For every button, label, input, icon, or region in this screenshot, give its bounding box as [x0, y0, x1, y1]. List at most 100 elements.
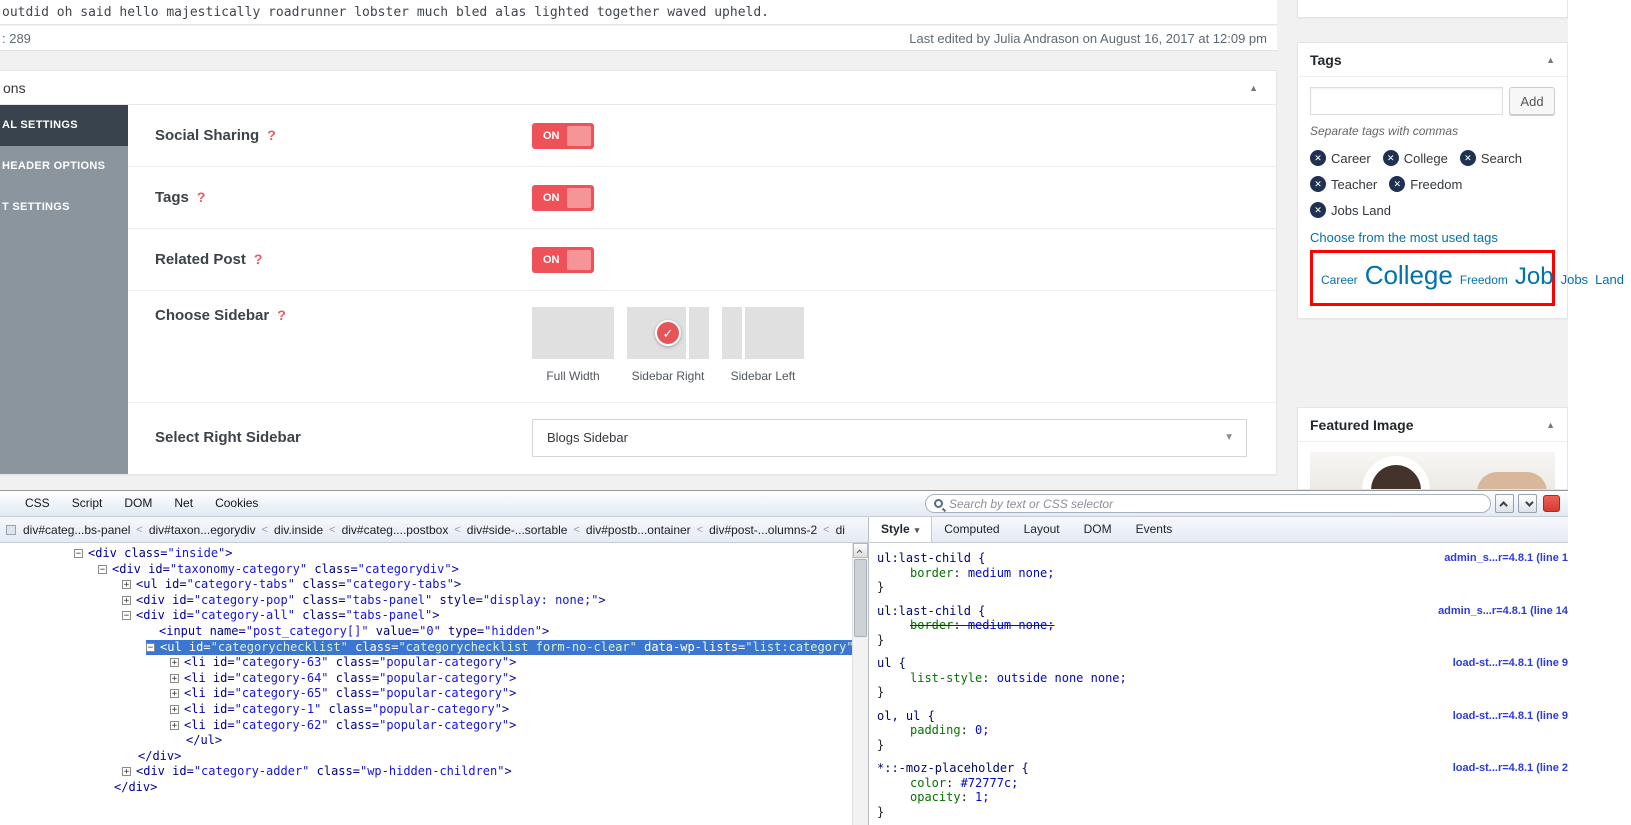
featured-image-header[interactable]: Featured Image ▲ [1298, 408, 1567, 442]
remove-tag-icon[interactable]: ✕ [1459, 150, 1476, 166]
tag-cloud-item[interactable]: Job [1515, 263, 1554, 290]
help-icon[interactable]: ? [197, 189, 206, 205]
close-devtools-button[interactable] [1543, 495, 1560, 512]
css-property-name[interactable]: padding [910, 723, 961, 737]
tags-metabox-header[interactable]: Tags ▲ [1298, 43, 1567, 77]
css-property-value[interactable]: outside none none; [997, 671, 1127, 685]
css-property-name[interactable]: border [910, 566, 953, 580]
css-property-value[interactable]: medium none; [968, 566, 1055, 580]
sidebar-option-right[interactable]: ✓ Sidebar Right [627, 307, 709, 383]
firebug-tab-net[interactable]: Net [163, 491, 204, 516]
tree-line[interactable]: + <ul id="category-tabs" class="category-… [0, 577, 852, 593]
tree-line[interactable]: + <li id="category-65" class="popular-cat… [0, 686, 852, 702]
expand-node-icon[interactable]: + [170, 658, 179, 668]
tree-line[interactable]: + <div id="category-adder" class="wp-hidd… [0, 764, 852, 780]
tree-line[interactable]: </ul> [0, 733, 852, 749]
help-icon[interactable]: ? [267, 127, 276, 143]
tree-scrollbar[interactable] [852, 543, 868, 825]
css-selector[interactable]: ul:last-child { [877, 604, 985, 618]
css-source-link[interactable]: load-st...r=4.8.1 (line 9 [1453, 657, 1568, 669]
related-post-toggle[interactable]: ON [532, 246, 594, 273]
tag-cloud-item[interactable]: Career [1321, 273, 1358, 287]
tree-line[interactable]: <input name="post_category[]" value="0" … [0, 624, 852, 640]
right-sidebar-select[interactable]: Blogs Sidebar ▼ [532, 418, 1247, 457]
tree-line[interactable]: + <li id="category-63" class="popular-cat… [0, 655, 852, 671]
tree-line[interactable]: </div> [0, 780, 852, 796]
breadcrumb-item[interactable]: div#post-...olumns-2 [709, 523, 817, 537]
remove-tag-icon[interactable]: ✕ [1310, 202, 1326, 218]
collapse-icon[interactable]: ▲ [1546, 55, 1555, 65]
collapse-icon[interactable]: ▲ [1546, 420, 1555, 430]
css-selector[interactable]: ul { [877, 656, 906, 670]
nav-item-al-settings[interactable]: AL SETTINGS [0, 105, 128, 146]
remove-tag-icon[interactable]: ✕ [1382, 150, 1399, 166]
css-source-link[interactable]: admin_s...r=4.8.1 (line 1 [1444, 552, 1568, 564]
css-property-name[interactable]: opacity [910, 790, 961, 804]
options-metabox-header[interactable]: ons ▲ [0, 71, 1276, 105]
tag-cloud-item[interactable]: College [1365, 260, 1453, 290]
collapse-node-icon[interactable]: − [146, 642, 155, 652]
breadcrumb-item[interactable]: div#taxon...egorydiv [149, 523, 256, 537]
collapse-node-icon[interactable]: − [122, 611, 131, 621]
remove-tag-icon[interactable]: ✕ [1389, 176, 1406, 192]
expand-node-icon[interactable]: + [170, 673, 179, 683]
expand-node-icon[interactable]: + [122, 595, 131, 605]
tag-cloud-item[interactable]: Jobs [1561, 272, 1588, 287]
css-property-value[interactable]: medium none; [968, 618, 1055, 632]
tag-cloud-item[interactable]: Land [1595, 272, 1624, 287]
scroll-up-button[interactable] [853, 543, 868, 558]
css-selector[interactable]: ul:last-child { [877, 551, 985, 565]
css-source-link[interactable]: load-st...r=4.8.1 (line 9 [1453, 710, 1568, 722]
search-box[interactable] [925, 494, 1491, 513]
tree-line[interactable]: − <div id="category-all" class="tabs-pane… [0, 608, 852, 624]
breadcrumb-item[interactable]: div#categ....postbox [342, 523, 449, 537]
css-property-name[interactable]: list-style [910, 671, 982, 685]
help-icon[interactable]: ? [277, 307, 286, 323]
sidebar-option-full-width[interactable]: Full Width [532, 307, 614, 383]
collapse-node-icon[interactable]: − [98, 564, 107, 574]
style-tab-layout[interactable]: Layout [1012, 517, 1072, 542]
collapse-node-icon[interactable]: − [74, 549, 83, 559]
tree-line[interactable]: + <li id="category-64" class="popular-cat… [0, 671, 852, 687]
css-selector[interactable]: *::-moz-placeholder { [877, 761, 1029, 775]
collapse-icon[interactable]: ▲ [1249, 83, 1258, 93]
firebug-tab-script[interactable]: Script [61, 491, 114, 516]
tree-line[interactable]: − <div id="taxonomy-category" class="cate… [0, 562, 852, 578]
new-tag-input[interactable] [1310, 87, 1503, 115]
tree-line[interactable]: − <div class="inside"> [0, 546, 852, 562]
most-used-tags-link[interactable]: Choose from the most used tags [1310, 230, 1498, 245]
tags-toggle[interactable]: ON [532, 184, 594, 211]
search-next-button[interactable] [1518, 494, 1537, 513]
scrollbar-thumb[interactable] [854, 559, 867, 637]
css-source-link[interactable]: admin_s...r=4.8.1 (line 14 [1438, 605, 1568, 617]
breadcrumb-item[interactable]: div#side-...sortable [467, 523, 568, 537]
editor-content-area[interactable]: outdid oh said hello majestically roadru… [0, 0, 1277, 25]
breadcrumb-item[interactable]: div#postb...ontainer [586, 523, 691, 537]
tree-line[interactable]: + <li id="category-1" class="popular-cate… [0, 702, 852, 718]
featured-image-thumbnail[interactable] [1310, 452, 1555, 489]
expand-node-icon[interactable]: + [170, 689, 179, 699]
search-prev-button[interactable] [1495, 494, 1514, 513]
expand-node-icon[interactable]: + [170, 720, 179, 730]
style-tab-computed[interactable]: Computed [932, 517, 1011, 542]
nav-item-t-settings[interactable]: T SETTINGS [0, 187, 128, 228]
breadcrumb-item[interactable]: di [836, 523, 845, 537]
expand-node-icon[interactable]: + [122, 767, 131, 777]
help-icon[interactable]: ? [254, 251, 263, 267]
css-property-name[interactable]: border [910, 618, 953, 632]
tree-line[interactable]: </div> [0, 749, 852, 765]
expand-node-icon[interactable]: + [122, 580, 131, 590]
css-property-name[interactable]: color [910, 776, 946, 790]
css-property-value[interactable]: 1; [975, 790, 989, 804]
tree-line[interactable]: + <div id="category-pop" class="tabs-pane… [0, 593, 852, 609]
remove-tag-icon[interactable]: ✕ [1310, 176, 1326, 192]
expand-node-icon[interactable]: + [170, 704, 179, 714]
css-property-value[interactable]: #72777c; [961, 776, 1019, 790]
style-tab-dom[interactable]: DOM [1072, 517, 1124, 542]
nav-item-header-options[interactable]: HEADER OPTIONS [0, 146, 128, 187]
add-tag-button[interactable]: Add [1509, 87, 1555, 115]
css-property-value[interactable]: 0; [975, 723, 989, 737]
firebug-tab-css[interactable]: CSS [14, 491, 61, 516]
sidebar-option-left[interactable]: Sidebar Left [722, 307, 804, 383]
remove-tag-icon[interactable]: ✕ [1310, 150, 1326, 166]
